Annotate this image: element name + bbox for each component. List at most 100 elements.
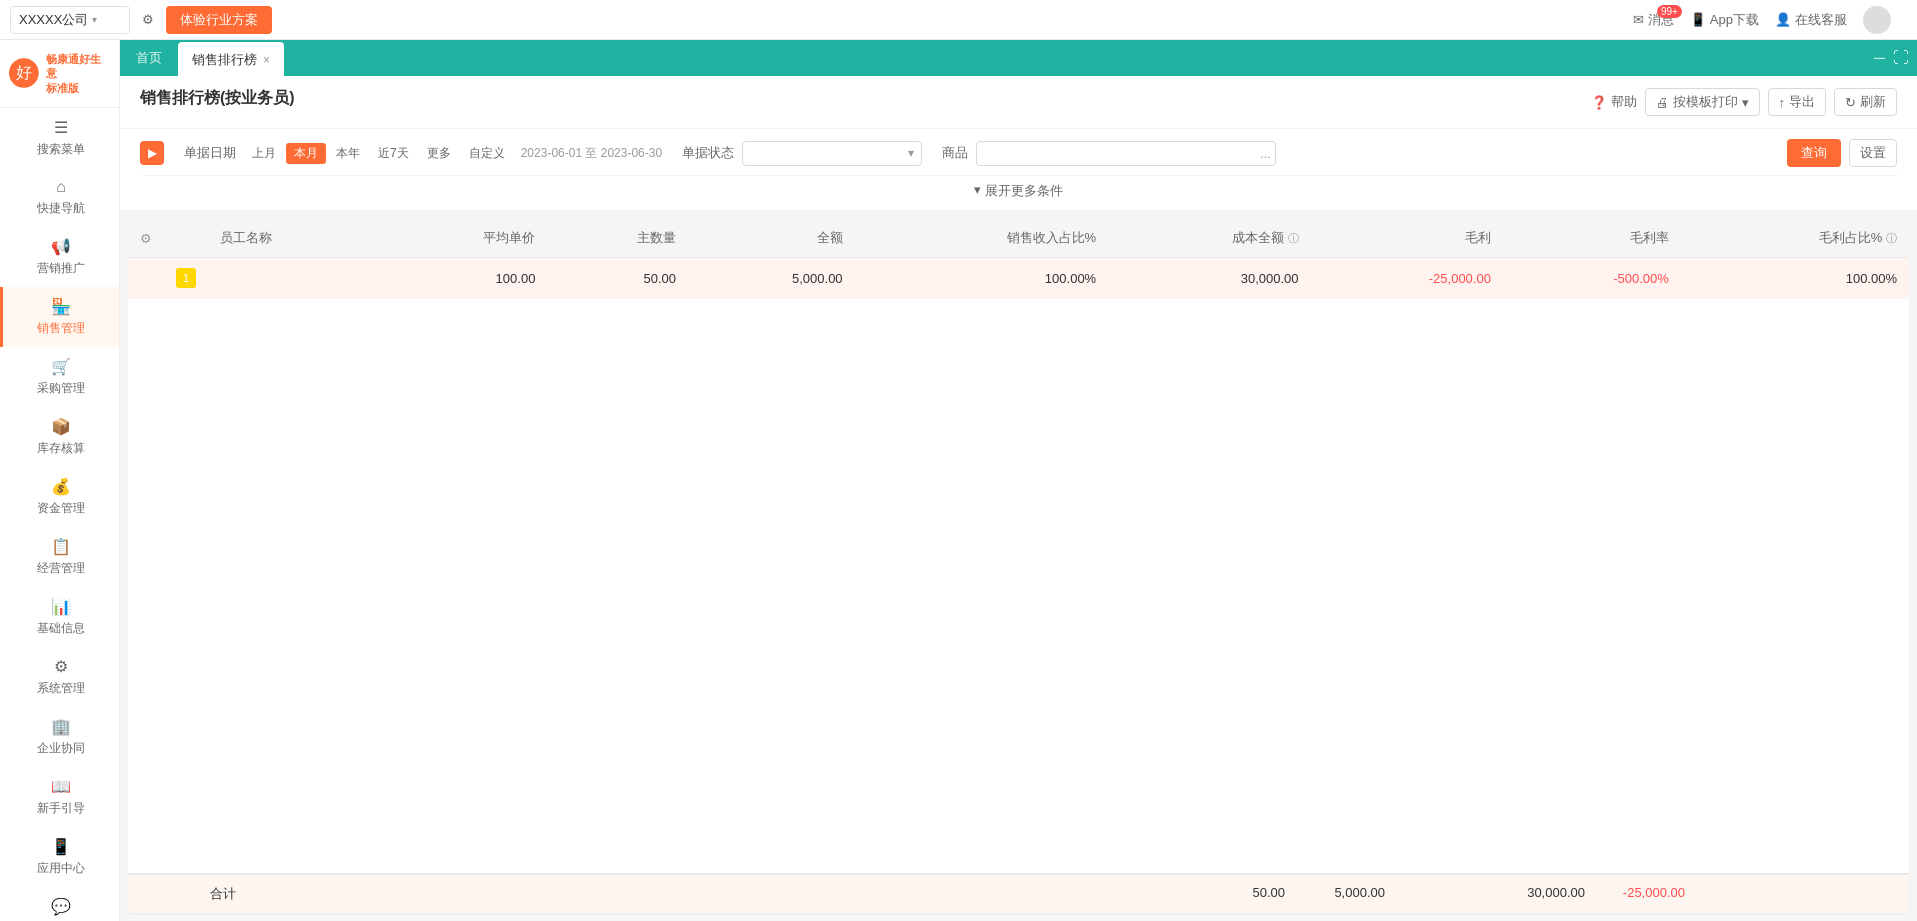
sidebar-item-purchase[interactable]: 🛒 采购管理	[0, 347, 119, 407]
sidebar-item-search[interactable]: ☰ 搜索菜单	[0, 108, 119, 168]
sidebar-item-quick-nav[interactable]: ⌂ 快捷导航	[0, 168, 119, 227]
sales-icon: 🏪	[51, 297, 71, 316]
arrow-icon: ▶	[148, 146, 157, 160]
export-label: 导出	[1789, 93, 1815, 111]
sidebar-item-app-center[interactable]: 📱 应用中心	[0, 827, 119, 887]
row-sales-pct: 100.00%	[855, 258, 1109, 299]
footer-gross-rate	[1697, 885, 1797, 903]
help-label: 帮助	[1611, 93, 1637, 111]
date-tab-7days[interactable]: 近7天	[370, 143, 417, 164]
tab-label: 销售排行榜	[192, 51, 257, 69]
service-icon: 👤	[1775, 12, 1791, 27]
date-tab-this-year[interactable]: 本年	[328, 143, 368, 164]
query-button[interactable]: 查询	[1787, 139, 1841, 167]
sidebar-item-corp-wechat[interactable]: 💬 企业微信	[0, 887, 119, 921]
marketing-icon: 📢	[51, 237, 71, 256]
footer-avg-price	[330, 885, 1217, 903]
sidebar-item-marketing[interactable]: 📢 营销推广	[0, 227, 119, 287]
filter-area: ▶ 单据日期 上月 本月 本年 近7天 更多 自定义 2023-	[120, 129, 1917, 211]
page-title: 销售排行榜(按业务员)	[140, 88, 295, 121]
page-content: 销售排行榜(按业务员) ❓ 帮助 🖨 按模板打印 ▾ ↑ 导出	[120, 76, 1917, 921]
date-label: 单据日期	[184, 144, 236, 162]
main-layout: 好 畅康通好生意 标准版 ☰ 搜索菜单 ⌂ 快捷导航 📢 营销推广 🏪 销售管理…	[0, 40, 1917, 921]
sidebar-item-label: 资金管理	[37, 500, 85, 517]
export-icon: ↑	[1779, 95, 1786, 110]
goods-input[interactable]	[976, 141, 1276, 166]
sidebar-item-label: 系统管理	[37, 680, 85, 697]
help-button[interactable]: ❓ 帮助	[1591, 93, 1637, 111]
message-button[interactable]: ✉ 消息 99+	[1633, 11, 1674, 29]
tab-expand-icon[interactable]: ⛶	[1893, 49, 1909, 67]
table-wrapper: ⚙ 员工名称 平均单价 主数量 全额 销售收入占比% 成本全额 ⓘ	[128, 219, 1909, 913]
tab-minimize-icon[interactable]: ─	[1874, 49, 1885, 67]
date-tab-last-month[interactable]: 上月	[244, 143, 284, 164]
tab-bar-actions: ─ ⛶	[1874, 49, 1917, 67]
row-amount: 5,000.00	[688, 258, 855, 299]
tab-close-icon[interactable]: ×	[263, 53, 270, 67]
goods-filter-group: 商品 ...	[942, 141, 1271, 166]
sidebar-item-system[interactable]: ⚙ 系统管理	[0, 647, 119, 707]
status-filter-group: 单据状态	[682, 141, 922, 166]
date-filter-group: 单据日期 上月 本月 本年 近7天 更多 自定义 2023-06-01 至 20…	[184, 143, 662, 164]
sidebar-item-finance[interactable]: 💰 资金管理	[0, 467, 119, 527]
sidebar-logo: 好 畅康通好生意 标准版	[0, 40, 119, 108]
print-button[interactable]: 🖨 按模板打印 ▾	[1645, 88, 1760, 116]
status-select[interactable]	[742, 141, 922, 166]
filter-expand-arrow[interactable]: ▶	[140, 141, 164, 165]
date-tab-custom[interactable]: 自定义	[461, 143, 513, 164]
footer-amount: 5,000.00	[1297, 885, 1397, 903]
page-header: 销售排行榜(按业务员) ❓ 帮助 🖨 按模板打印 ▾ ↑ 导出	[120, 76, 1917, 129]
date-tab-this-month[interactable]: 本月	[286, 143, 326, 164]
refresh-button[interactable]: ↻ 刷新	[1834, 88, 1897, 116]
export-button[interactable]: ↑ 导出	[1768, 88, 1827, 116]
avatar[interactable]	[1863, 6, 1891, 34]
sidebar-item-guide[interactable]: 📖 新手引导	[0, 767, 119, 827]
logo-icon: 好	[8, 57, 40, 89]
tab-home[interactable]: 首页	[120, 40, 178, 76]
status-select-wrapper	[742, 141, 922, 166]
company-selector[interactable]: XXXXX公司 ▾	[10, 6, 130, 34]
message-badge: 99+	[1657, 5, 1682, 18]
top-bar-right: ✉ 消息 99+ 📱 App下载 👤 在线客服	[1633, 6, 1907, 34]
app-icon: 📱	[1690, 12, 1706, 27]
expand-more-btn[interactable]: ▾ 展开更多条件	[140, 175, 1897, 200]
home-icon: ⌂	[56, 178, 66, 196]
table-row: 1 100.00 50.00 5,000.00 100.00% 30,000.0…	[128, 258, 1909, 299]
col-cost: 成本全额 ⓘ	[1108, 219, 1310, 258]
sidebar-item-corp-collab[interactable]: 🏢 企业协同	[0, 707, 119, 767]
row-gross: -25,000.00	[1311, 258, 1503, 299]
sidebar-item-base-info[interactable]: 📊 基础信息	[0, 587, 119, 647]
print-icon: 🖨	[1656, 95, 1669, 110]
finance-icon: 💰	[51, 477, 71, 496]
app-download-button[interactable]: 📱 App下载	[1690, 11, 1759, 29]
print-chevron-icon: ▾	[1742, 95, 1749, 110]
sidebar-item-sales[interactable]: 🏪 销售管理	[0, 287, 119, 347]
wechat-icon: 💬	[51, 897, 71, 916]
col-gross-pct: 毛利占比% ⓘ	[1681, 219, 1909, 258]
sidebar-item-label: 营销推广	[37, 260, 85, 277]
row-rank: 1	[164, 258, 208, 299]
settings-icon[interactable]: ⚙	[138, 8, 158, 31]
base-info-icon: 📊	[51, 597, 71, 616]
query-actions: 查询 设置	[1787, 139, 1897, 167]
svg-text:好: 好	[16, 64, 32, 81]
footer-gross: -25,000.00	[1597, 885, 1697, 903]
service-label: 在线客服	[1795, 11, 1847, 29]
refresh-icon: ↻	[1845, 95, 1856, 110]
sidebar-item-label: 采购管理	[37, 380, 85, 397]
col-gear-icon[interactable]: ⚙	[140, 231, 152, 246]
sidebar-item-inventory[interactable]: 📦 库存核算	[0, 407, 119, 467]
sidebar-item-operations[interactable]: 📋 经营管理	[0, 527, 119, 587]
trial-button[interactable]: 体验行业方案	[166, 6, 272, 34]
date-tab-more[interactable]: 更多	[419, 143, 459, 164]
footer-cost: 30,000.00	[1497, 885, 1597, 903]
tab-sales-ranking[interactable]: 销售排行榜 ×	[178, 42, 284, 78]
footer-label: 合计	[210, 885, 330, 903]
logo-title: 畅康通好生意	[46, 52, 111, 81]
online-service-button[interactable]: 👤 在线客服	[1775, 11, 1847, 29]
settings-button[interactable]: 设置	[1849, 139, 1897, 167]
goods-more-icon[interactable]: ...	[1260, 146, 1271, 161]
sidebar-item-label: 经营管理	[37, 560, 85, 577]
date-tabs: 上月 本月 本年 近7天 更多 自定义	[244, 143, 513, 164]
help-icon: ❓	[1591, 95, 1607, 110]
